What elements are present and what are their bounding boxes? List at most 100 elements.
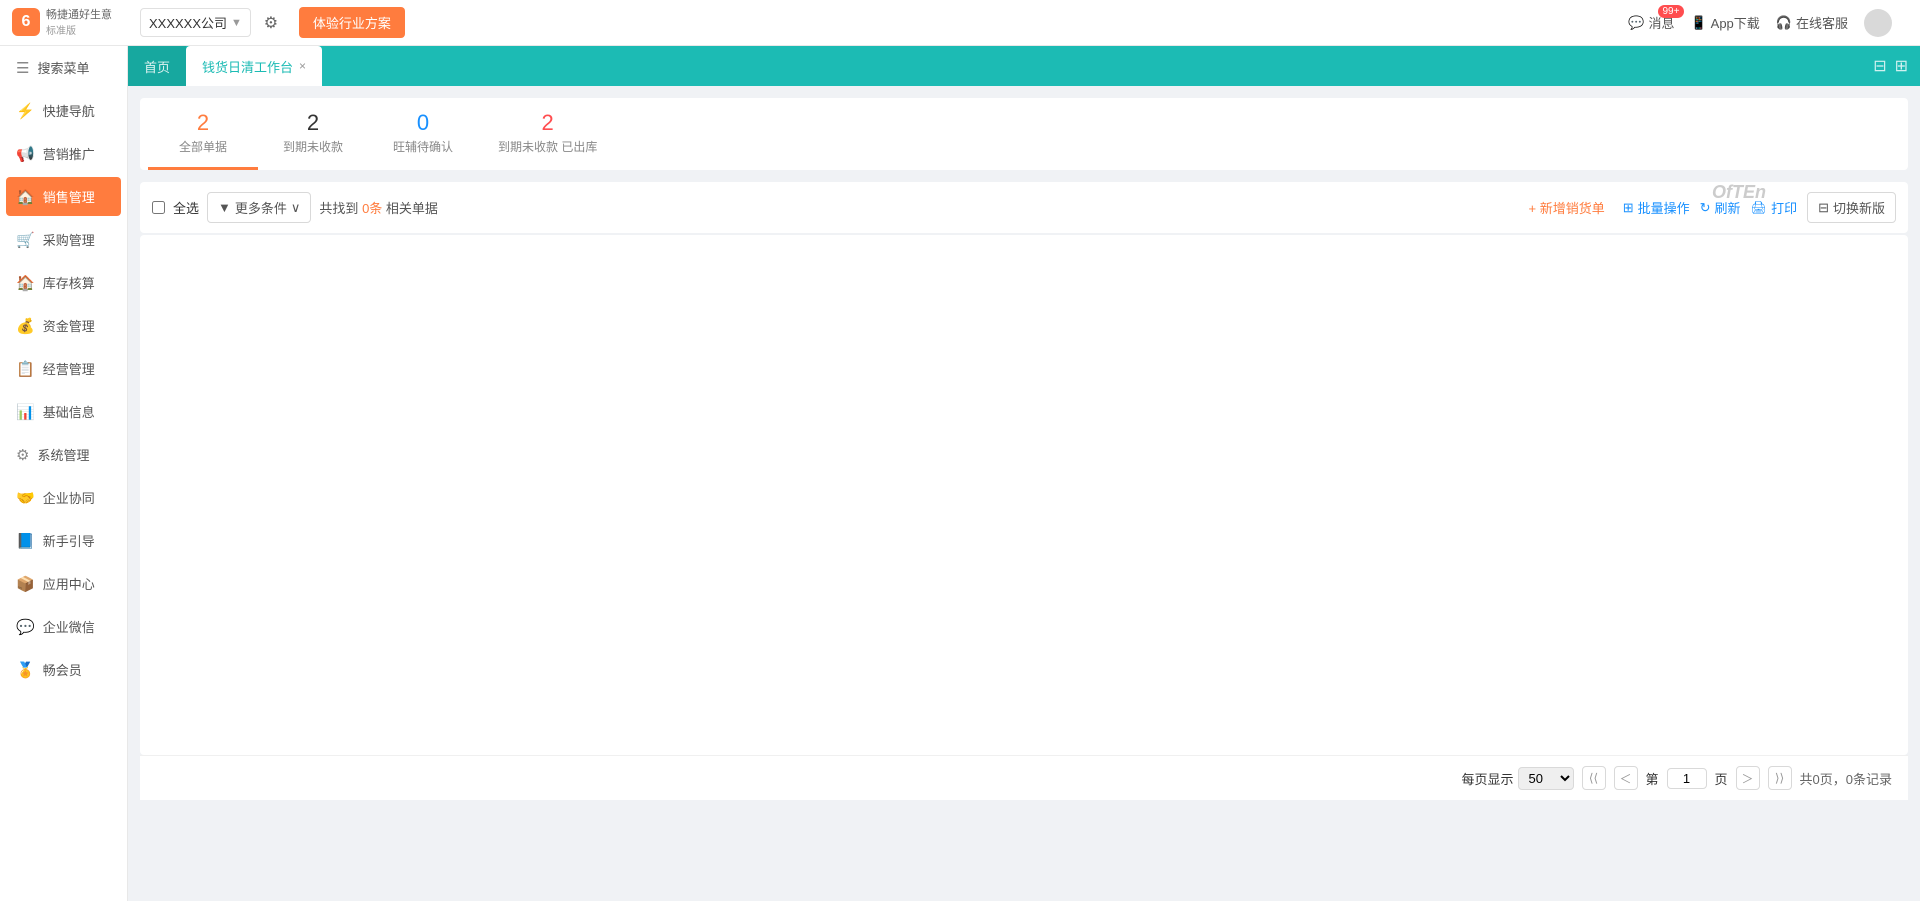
sidebar-item-guide[interactable]: 📘 新手引导 [0, 519, 127, 562]
sidebar-guide-label: 新手引导 [43, 531, 95, 550]
user-avatar[interactable] [1864, 9, 1892, 37]
sidebar-finance-label: 资金管理 [43, 316, 95, 335]
online-service-label: 在线客服 [1796, 13, 1848, 32]
app-icon: 📱 [1690, 15, 1706, 31]
filter-button[interactable]: ▼ 更多条件 ∨ [207, 192, 311, 223]
online-service-item[interactable]: 🎧 在线客服 [1776, 13, 1848, 32]
refresh-icon: ↻ [1700, 200, 1711, 216]
basic-info-icon: 📊 [16, 403, 35, 421]
page-number-input[interactable] [1667, 768, 1707, 789]
result-suffix: 相关单据 [386, 201, 438, 216]
switch-icon: ⊟ [1818, 200, 1829, 216]
headset-icon: 🎧 [1776, 15, 1792, 31]
sidebar-item-cooperation[interactable]: 🤝 企业协同 [0, 476, 127, 519]
batch-label: 批量操作 [1638, 198, 1690, 217]
tab-cash-label: 钱货日清工作台 [202, 57, 293, 76]
top-header: 6 畅捷通好生意 标准版 XXXXXX公司 ▼ ⚙ 体验行业方案 💬 消息 99… [0, 0, 1920, 46]
sidebar-member-label: 畅会员 [43, 660, 82, 679]
sidebar-item-finance[interactable]: 💰 资金管理 [0, 304, 127, 347]
batch-operation-button[interactable]: ⊞ 批量操作 [1623, 198, 1690, 217]
sidebar-item-sales[interactable]: 🏠 销售管理 [6, 177, 121, 216]
stat-tab-pending[interactable]: 0 旺辅待确认 [368, 98, 478, 170]
sidebar-operations-label: 经营管理 [43, 359, 95, 378]
sidebar-item-operations[interactable]: 📋 经营管理 [0, 347, 127, 390]
purchase-icon: 🛒 [16, 231, 35, 249]
tab-maximize-button[interactable]: ⊞ [1895, 56, 1908, 76]
logo-badge: 标准版 [46, 22, 112, 37]
system-icon: ⚙ [16, 446, 29, 464]
filter-icon: ▼ [218, 200, 231, 215]
sidebar-item-marketing[interactable]: 📢 营销推广 [0, 132, 127, 175]
sidebar-app-center-label: 应用中心 [43, 574, 95, 593]
stat-tab-all[interactable]: 2 全部单据 [148, 98, 258, 170]
sidebar-search-label: 搜索菜单 [37, 58, 89, 77]
stat-tab-overdue-out[interactable]: 2 到期未收款 已出库 [478, 98, 617, 170]
page-last-button[interactable]: ⟩⟩ [1768, 766, 1792, 790]
try-industry-button[interactable]: 体验行业方案 [299, 7, 405, 38]
settings-button[interactable]: ⚙ [255, 7, 287, 39]
content-inner: 2 全部单据 2 到期未收款 0 旺辅待确认 2 到期未收款 已出库 全选 [128, 86, 1920, 812]
stat-tab-overdue[interactable]: 2 到期未收款 [258, 98, 368, 170]
tab-minimize-button[interactable]: ⊟ [1873, 56, 1886, 76]
message-item[interactable]: 💬 消息 99+ [1628, 13, 1674, 32]
sidebar-item-member[interactable]: 🏅 畅会员 [0, 648, 127, 691]
tab-cash-daily[interactable]: 钱货日清工作台 × [186, 46, 322, 86]
sidebar-item-basic-info[interactable]: 📊 基础信息 [0, 390, 127, 433]
result-prefix: 共找到 [319, 201, 358, 216]
filter-chevron-icon: ∨ [291, 200, 301, 216]
sidebar-wechat-label: 企业微信 [43, 617, 95, 636]
app-center-icon: 📦 [16, 575, 35, 593]
refresh-button[interactable]: ↻ 刷新 [1700, 198, 1741, 217]
sidebar-system-label: 系统管理 [37, 445, 89, 464]
stat-label-all: 全部单据 [179, 138, 227, 155]
select-all-checkbox[interactable] [152, 201, 165, 214]
sidebar-item-system[interactable]: ⚙ 系统管理 [0, 433, 127, 476]
tab-actions: ⊟ ⊞ [1873, 56, 1920, 76]
page-first-button[interactable]: ⟨⟨ [1582, 766, 1606, 790]
message-icon: 💬 [1628, 15, 1644, 31]
sidebar-sales-label: 销售管理 [43, 187, 95, 206]
sidebar-item-purchase[interactable]: 🛒 采购管理 [0, 218, 127, 261]
sidebar-item-search[interactable]: ☰ 搜索菜单 [0, 46, 127, 89]
stat-count-pending: 0 [417, 110, 429, 136]
sidebar-item-app-center[interactable]: 📦 应用中心 [0, 562, 127, 605]
logo-icon: 6 [12, 8, 40, 36]
sidebar-item-wechat[interactable]: 💬 企业微信 [0, 605, 127, 648]
print-label: 打印 [1771, 198, 1797, 217]
sidebar-basic-label: 基础信息 [43, 402, 95, 421]
print-button[interactable]: 🖨 打印 [1751, 198, 1798, 217]
tab-bar: 首页 钱货日清工作台 × ⊟ ⊞ [128, 46, 1920, 86]
page-size-select[interactable]: 50 100 200 [1518, 767, 1574, 790]
wechat-icon: 💬 [16, 618, 35, 636]
tab-home[interactable]: 首页 [128, 46, 186, 86]
logo-text-block: 畅捷通好生意 标准版 [46, 8, 112, 37]
add-sales-order-button[interactable]: + 新增销货单 [1520, 193, 1612, 222]
stat-count-overdue-out: 2 [542, 110, 554, 136]
switch-version-button[interactable]: ⊟ 切换新版 [1807, 192, 1896, 223]
sidebar-cooperation-label: 企业协同 [43, 488, 95, 507]
app-download-item[interactable]: 📱 App下载 [1690, 13, 1759, 32]
tab-close-icon[interactable]: × [299, 59, 306, 73]
marketing-icon: 📢 [16, 145, 35, 163]
company-selector[interactable]: XXXXXX公司 ▼ [140, 8, 251, 37]
finance-icon: 💰 [16, 317, 35, 335]
toolbar: 全选 ▼ 更多条件 ∨ 共找到 0条 相关单据 + 新增销货单 ⊞ 批量操作 [140, 182, 1908, 233]
result-text: 共找到 0条 相关单据 [319, 198, 438, 217]
page-next-button[interactable]: ＞ [1736, 766, 1760, 790]
sidebar-item-inventory[interactable]: 🏠 库存核算 [0, 261, 127, 304]
sidebar-quick-label: 快捷导航 [43, 101, 95, 120]
stat-count-overdue: 2 [307, 110, 319, 136]
tab-home-label: 首页 [144, 57, 170, 76]
sidebar-item-quick-nav[interactable]: ⚡ 快捷导航 [0, 89, 127, 132]
print-icon: 🖨 [1751, 200, 1768, 216]
inventory-icon: 🏠 [16, 274, 35, 292]
select-all-label: 全选 [173, 198, 199, 217]
page-prev-button[interactable]: ＜ [1614, 766, 1638, 790]
refresh-label: 刷新 [1715, 198, 1741, 217]
sales-icon: 🏠 [16, 188, 35, 206]
result-count: 0条 [362, 201, 382, 216]
stat-label-pending: 旺辅待确认 [393, 138, 453, 155]
main-content: 2 全部单据 2 到期未收款 0 旺辅待确认 2 到期未收款 已出库 全选 [128, 86, 1920, 901]
flash-icon: ⚡ [16, 102, 35, 120]
logo-area: 6 畅捷通好生意 标准版 [12, 8, 140, 37]
